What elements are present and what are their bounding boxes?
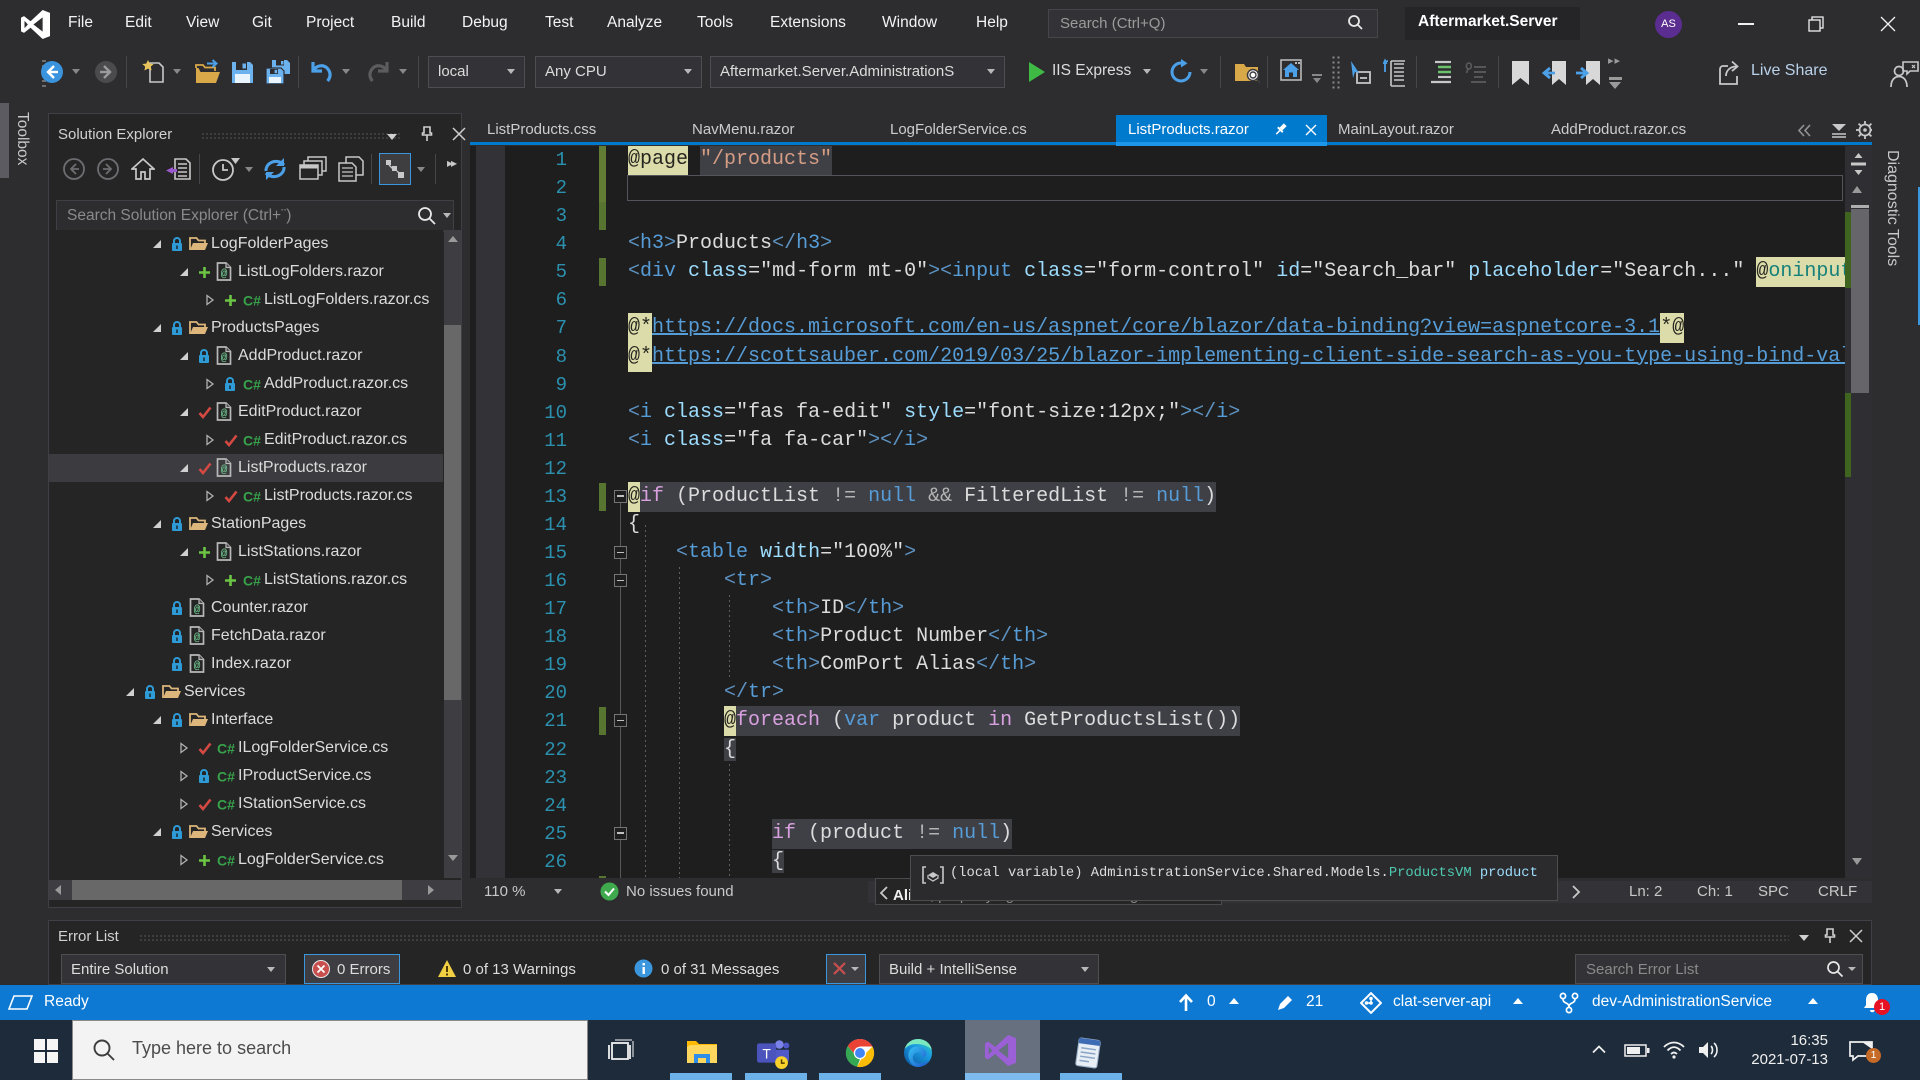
svg-text:T: T [762,1045,771,1061]
svg-text:@: @ [221,465,228,477]
svg-text:C#: C# [217,769,235,784]
svg-text:C#: C# [243,433,261,448]
svg-text:C#: C# [243,489,261,504]
svg-text:C#: C# [243,573,261,588]
svg-text:@: @ [221,549,228,561]
svg-text:@: @ [194,633,201,645]
svg-text:@: @ [221,409,228,421]
svg-text:@: @ [194,605,201,617]
svg-text:@: @ [221,269,228,281]
svg-text:@: @ [194,661,201,673]
svg-text:C#: C# [217,797,235,812]
svg-text:C#: C# [243,377,261,392]
svg-text:C#: C# [243,293,261,308]
svg-text:C#: C# [217,741,235,756]
svg-text:@: @ [221,353,228,365]
svg-text:C#: C# [217,853,235,868]
